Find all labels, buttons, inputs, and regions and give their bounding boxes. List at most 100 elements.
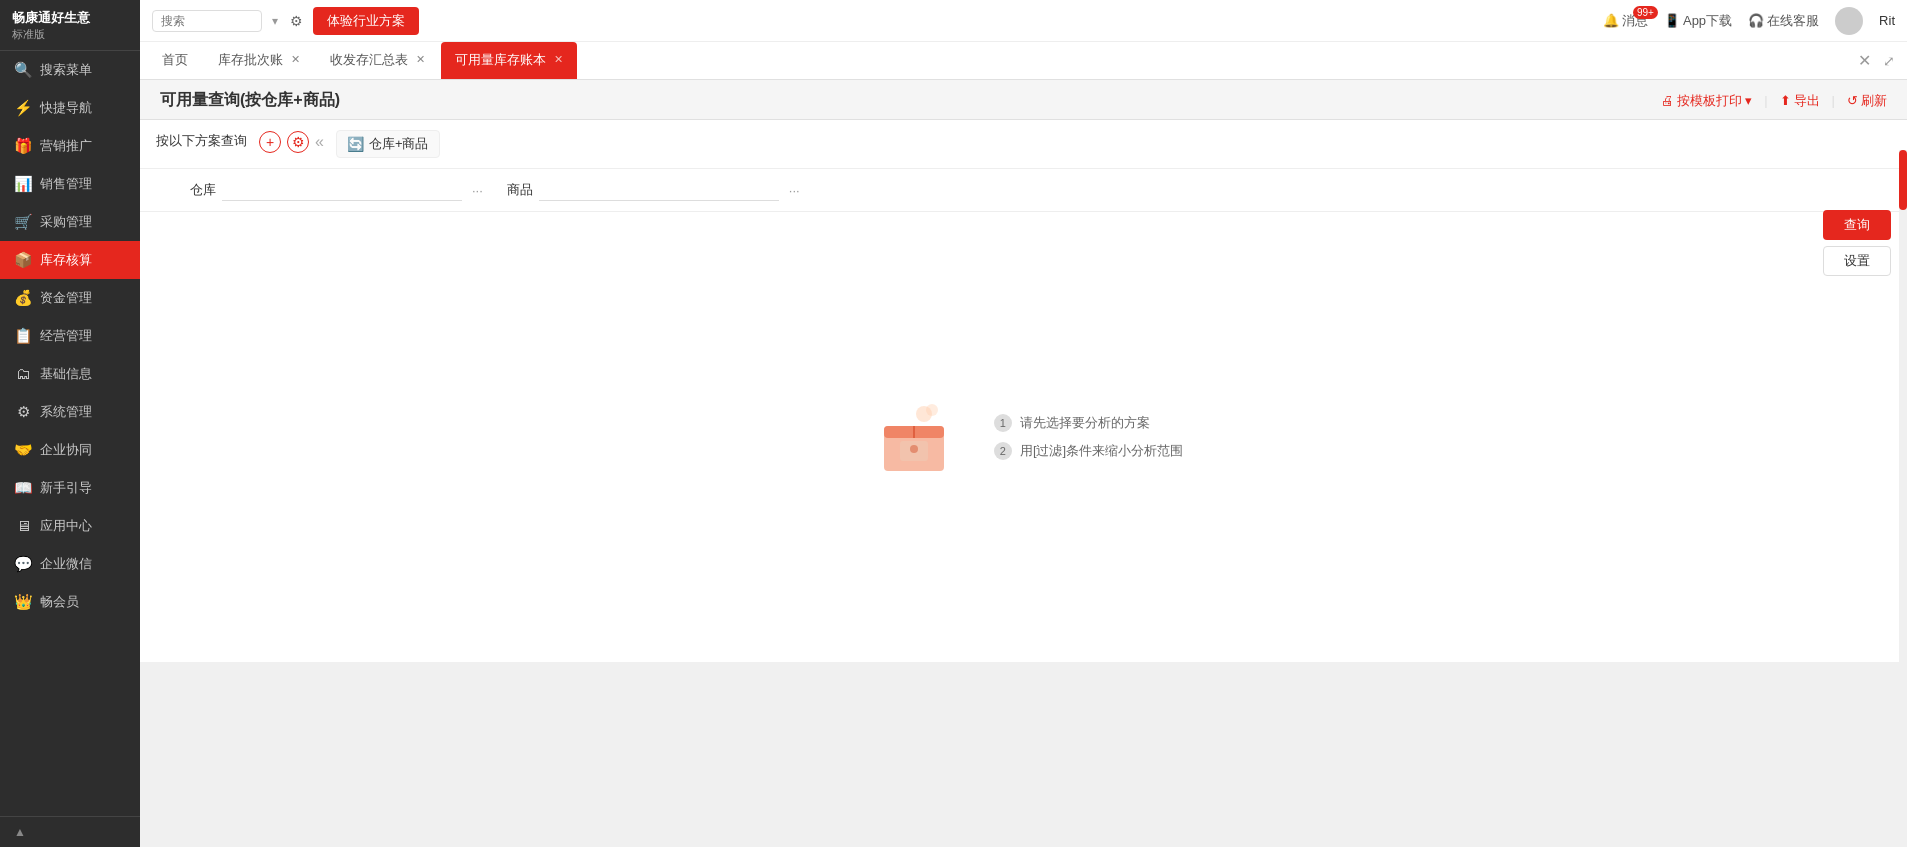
content-wrapper: 按以下方案查询 + ⚙ « 🔄 仓库+商品 仓库 ···	[140, 120, 1907, 662]
svg-point-4	[910, 445, 918, 453]
tip-text-1: 请先选择要分析的方案	[1020, 414, 1150, 432]
sidebar-item-sys-mgmt[interactable]: ⚙ 系统管理	[0, 393, 140, 431]
scrollbar-thumb[interactable]	[1899, 150, 1907, 210]
expand-tab-btn[interactable]: ⤢	[1883, 53, 1895, 69]
sidebar-label-purchase-mgmt: 采购管理	[40, 213, 92, 231]
filter-goods-input[interactable]	[539, 179, 779, 201]
export-label: 导出	[1794, 92, 1820, 110]
phone-icon: 📱	[1664, 13, 1680, 28]
empty-state: 1 请先选择要分析的方案 2 用[过滤]条件来缩小分析范围	[140, 212, 1907, 662]
tab-available-ledger[interactable]: 可用量库存账本 ✕	[441, 42, 577, 79]
filter-goods-label: 商品	[507, 181, 533, 199]
sidebar-label-operation: 经营管理	[40, 327, 92, 345]
empty-tip-1: 1 请先选择要分析的方案	[994, 414, 1183, 432]
sidebar-item-newcomer[interactable]: 📖 新手引导	[0, 469, 140, 507]
topbar-gear-icon[interactable]: ⚙	[290, 13, 303, 29]
sidebar-label-sys-mgmt: 系统管理	[40, 403, 92, 421]
tab-label-batch-ledger: 库存批次账	[218, 51, 283, 69]
page-header: 可用量查询(按仓库+商品) 🖨 按模板打印 ▾ | ⬆ 导出 | ↺ 刷新	[140, 80, 1907, 120]
username-label[interactable]: Rit	[1879, 13, 1895, 28]
right-scrollbar[interactable]	[1899, 150, 1907, 847]
page-actions: 🖨 按模板打印 ▾ | ⬆ 导出 | ↺ 刷新	[1661, 92, 1887, 110]
divider1: |	[1764, 93, 1767, 108]
sidebar-item-basic-info[interactable]: 🗂 基础信息	[0, 355, 140, 393]
sidebar-label-sales-mgmt: 销售管理	[40, 175, 92, 193]
search-input[interactable]	[152, 10, 262, 32]
sidebar-item-sales-mgmt[interactable]: 📊 销售管理	[0, 165, 140, 203]
sidebar-item-enterprise-coop[interactable]: 🤝 企业协同	[0, 431, 140, 469]
tip-num-2: 2	[994, 442, 1012, 460]
filter-warehouse-more-btn[interactable]: ···	[468, 181, 487, 200]
print-label: 按模板打印	[1677, 92, 1742, 110]
settings-btn[interactable]: 设置	[1823, 246, 1891, 276]
sidebar-label-marketing-promo: 营销推广	[40, 137, 92, 155]
sidebar-item-inventory[interactable]: 📦 库存核算	[0, 241, 140, 279]
tabbar: 首页库存批次账✕收发存汇总表✕可用量库存账本✕ ✕ ⤢	[140, 42, 1907, 80]
sidebar-icon-finance: 💰	[14, 289, 32, 307]
search-dropdown-icon[interactable]: ▾	[272, 14, 278, 28]
sidebar-icon-inventory: 📦	[14, 251, 32, 269]
settings-scheme-btn[interactable]: ⚙	[287, 131, 309, 153]
collapse-scheme-btn[interactable]: «	[315, 133, 324, 151]
sidebar-icon-marketing-promo: 🎁	[14, 137, 32, 155]
sidebar-item-purchase-mgmt[interactable]: 🛒 采购管理	[0, 203, 140, 241]
headset-icon: 🎧	[1748, 13, 1764, 28]
refresh-icon: ↺	[1847, 93, 1858, 108]
query-section: 按以下方案查询 + ⚙ « 🔄 仓库+商品	[140, 120, 1907, 169]
sidebar-icon-newcomer: 📖	[14, 479, 32, 497]
main-area: ▾ ⚙ 体验行业方案 🔔 消息 99+ 📱 App下载 🎧 在线客服 Rit 首…	[140, 0, 1907, 847]
tab-home[interactable]: 首页	[148, 42, 202, 79]
sidebar-label-inventory: 库存核算	[40, 251, 92, 269]
avatar[interactable]	[1835, 7, 1863, 35]
sidebar-label-shortcut: 快捷导航	[40, 99, 92, 117]
sidebar-item-app-center[interactable]: 🖥 应用中心	[0, 507, 140, 545]
sidebar-bottom-toggle[interactable]: ▲	[0, 816, 140, 847]
sidebar-logo: 畅康通好生意 标准版	[0, 0, 140, 51]
app-download-btn[interactable]: 📱 App下载	[1664, 12, 1732, 30]
tab-close-available-ledger[interactable]: ✕	[554, 53, 563, 66]
query-btn[interactable]: 查询	[1823, 210, 1891, 240]
scheme-item-warehouse-goods[interactable]: 🔄 仓库+商品	[336, 130, 440, 158]
app-edition: 标准版	[12, 27, 128, 42]
sidebar-scroll: 🔍 搜索菜单 ⚡ 快捷导航 🎁 营销推广 📊 销售管理 🛒 采购管理 📦 库存核…	[0, 51, 140, 816]
notification-btn[interactable]: 🔔 消息 99+	[1603, 12, 1648, 30]
sidebar-item-shortcut[interactable]: ⚡ 快捷导航	[0, 89, 140, 127]
sidebar-item-search[interactable]: 🔍 搜索菜单	[0, 51, 140, 89]
sidebar-item-finance[interactable]: 💰 资金管理	[0, 279, 140, 317]
print-btn[interactable]: 🖨 按模板打印 ▾	[1661, 92, 1752, 110]
topbar-search-area	[152, 10, 262, 32]
sidebar: 畅康通好生意 标准版 🔍 搜索菜单 ⚡ 快捷导航 🎁 营销推广 📊 销售管理 🛒…	[0, 0, 140, 847]
app-download-label: App下载	[1683, 12, 1732, 30]
online-service-btn[interactable]: 🎧 在线客服	[1748, 12, 1819, 30]
close-tab-btn[interactable]: ✕	[1854, 49, 1875, 72]
sidebar-label-enterprise-coop: 企业协同	[40, 441, 92, 459]
sidebar-item-enterprise-wx[interactable]: 💬 企业微信	[0, 545, 140, 583]
sidebar-item-operation[interactable]: 📋 经营管理	[0, 317, 140, 355]
sidebar-item-member[interactable]: 👑 畅会员	[0, 583, 140, 621]
sidebar-label-finance: 资金管理	[40, 289, 92, 307]
sidebar-icon-enterprise-coop: 🤝	[14, 441, 32, 459]
filter-goods-more-btn[interactable]: ···	[785, 181, 804, 200]
trial-btn[interactable]: 体验行业方案	[313, 7, 419, 35]
filter-warehouse-input[interactable]	[222, 179, 462, 201]
page-title: 可用量查询(按仓库+商品)	[160, 90, 340, 111]
sidebar-label-basic-info: 基础信息	[40, 365, 92, 383]
tab-close-batch-ledger[interactable]: ✕	[291, 53, 300, 66]
tab-close-receipt-summary[interactable]: ✕	[416, 53, 425, 66]
sidebar-icon-operation: 📋	[14, 327, 32, 345]
sidebar-label-newcomer: 新手引导	[40, 479, 92, 497]
tab-receipt-summary[interactable]: 收发存汇总表✕	[316, 42, 439, 79]
filter-warehouse: 仓库 ···	[190, 179, 487, 201]
query-scheme-actions: + ⚙ «	[259, 131, 324, 153]
tab-label-available-ledger: 可用量库存账本	[455, 51, 546, 69]
sidebar-label-enterprise-wx: 企业微信	[40, 555, 92, 573]
export-btn[interactable]: ⬆ 导出	[1780, 92, 1820, 110]
sidebar-item-marketing-promo[interactable]: 🎁 营销推广	[0, 127, 140, 165]
refresh-label: 刷新	[1861, 92, 1887, 110]
topbar: ▾ ⚙ 体验行业方案 🔔 消息 99+ 📱 App下载 🎧 在线客服 Rit	[140, 0, 1907, 42]
print-dropdown-icon[interactable]: ▾	[1745, 93, 1752, 108]
add-scheme-btn[interactable]: +	[259, 131, 281, 153]
content: 可用量查询(按仓库+商品) 🖨 按模板打印 ▾ | ⬆ 导出 | ↺ 刷新	[140, 80, 1907, 847]
tab-batch-ledger[interactable]: 库存批次账 ✕	[204, 42, 314, 79]
refresh-btn[interactable]: ↺ 刷新	[1847, 92, 1887, 110]
